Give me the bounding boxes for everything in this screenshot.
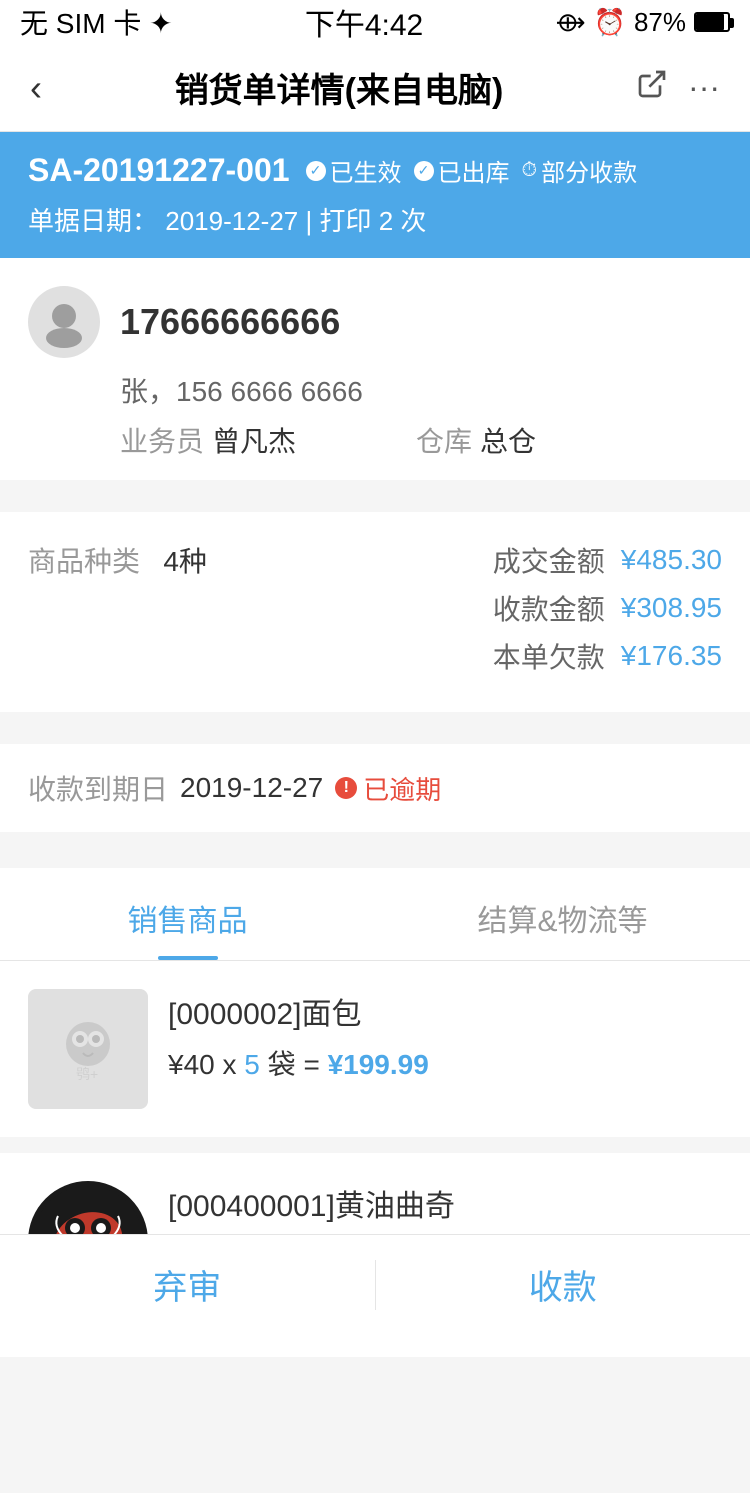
product-price-1: ¥40 x 5 袋 = ¥199.99 (168, 1043, 722, 1083)
badge-outstock: ✓ 已出库 (414, 153, 510, 188)
badge-effective: ✓ 已生效 (306, 153, 402, 188)
header-banner: SA-20191227-001 ✓ 已生效 ✓ 已出库 ⏱ 部分收款 单据日期：… (0, 132, 750, 258)
battery-icon (694, 12, 730, 32)
back-button[interactable]: ‹ (30, 67, 42, 109)
customer-meta: 业务员 曾凡杰 仓库 总仓 (28, 420, 722, 460)
sales-label: 业务员 (120, 420, 204, 460)
debt-value: ¥176.35 (621, 640, 722, 672)
status-badges: ✓ 已生效 ✓ 已出库 ⏱ 部分收款 (306, 153, 638, 188)
received-value: ¥308.95 (621, 592, 722, 624)
customer-section: 17666666666 张，156 6666 6666 业务员 曾凡杰 仓库 总… (0, 258, 750, 480)
overdue-badge: ! 已逾期 (335, 770, 441, 807)
tab-sales-products[interactable]: 销售商品 (0, 868, 375, 960)
bottom-spacer (0, 1373, 750, 1493)
badge-partial: ⏱ 部分收款 (522, 153, 638, 188)
order-id: SA-20191227-001 (28, 152, 290, 189)
sales-name: 曾凡杰 (212, 420, 296, 460)
tab-settlement[interactable]: 结算&物流等 (375, 868, 750, 960)
product-total-1: ¥199.99 (328, 1049, 429, 1080)
divider2 (0, 712, 750, 728)
share-icon[interactable] (636, 68, 668, 108)
bottom-bar: 弃审 收款 (0, 1234, 750, 1334)
list-item: 鸮+ [0000002]面包 ¥40 x 5 袋 = ¥199.99 (0, 961, 750, 1137)
product-name-1: [0000002]面包 (168, 989, 722, 1033)
product-kind-value: 4种 (163, 546, 207, 577)
more-icon[interactable]: ··· (688, 69, 720, 106)
warehouse-label: 仓库 (416, 420, 472, 460)
cancel-button[interactable]: 弃审 (0, 1240, 375, 1329)
product-info-1: [0000002]面包 ¥40 x 5 袋 = ¥199.99 (168, 989, 722, 1083)
customer-id: 17666666666 (120, 301, 340, 343)
order-date-row: 单据日期： 2019-12-27 | 打印 2 次 (28, 201, 722, 238)
tabs-section: 销售商品 结算&物流等 (0, 868, 750, 961)
nav-actions: ··· (636, 68, 720, 108)
check-icon-outstock: ✓ (414, 161, 434, 181)
status-time: 下午4:42 (305, 0, 423, 44)
nav-bar: ‹ 销货单详情(来自电脑) ··· (0, 44, 750, 132)
divider1 (0, 480, 750, 496)
product-kind-label: 商品种类 (28, 546, 140, 577)
due-date: 2019-12-27 (180, 772, 323, 804)
deal-amount-value: ¥485.30 (621, 544, 722, 576)
page-title: 销货单详情(来自电脑) (175, 63, 504, 112)
location-icon: ⟴ (555, 7, 585, 38)
alarm-icon: ⏰ (594, 7, 626, 38)
status-left: 无 SIM 卡 ✦ (20, 2, 173, 42)
due-section: 收款到期日 2019-12-27 ! 已逾期 (0, 744, 750, 832)
confirm-button[interactable]: 收款 (376, 1240, 750, 1329)
product-thumbnail-1: 鸮+ (28, 989, 148, 1109)
due-label: 收款到期日 (28, 768, 168, 808)
status-right: ⟴ ⏰ 87% (555, 7, 730, 38)
status-bar: 无 SIM 卡 ✦ 下午4:42 ⟴ ⏰ 87% (0, 0, 750, 44)
overdue-icon: ! (335, 777, 357, 799)
divider3 (0, 832, 750, 848)
deal-amount-label: 成交金额 (493, 540, 605, 580)
svg-text:鸮+: 鸮+ (76, 1066, 98, 1082)
amount-stats: 成交金额 ¥485.30 收款金额 ¥308.95 本单欠款 ¥176.35 (493, 540, 722, 684)
stats-section: 商品种类 4种 成交金额 ¥485.30 收款金额 ¥308.95 本单欠款 ¥… (0, 512, 750, 712)
received-label: 收款金额 (493, 588, 605, 628)
product-name-2: [000400001]黄油曲奇 (168, 1181, 722, 1225)
debt-label: 本单欠款 (493, 636, 605, 676)
product-qty-1: 5 (244, 1049, 260, 1080)
customer-contact: 张，156 6666 6666 (28, 370, 722, 410)
check-icon-effective: ✓ (306, 161, 326, 181)
battery-level: 87% (634, 7, 686, 38)
clock-icon: ⏱ (522, 159, 538, 182)
overdue-text: 已逾期 (363, 770, 441, 807)
warehouse-name: 总仓 (480, 420, 536, 460)
avatar (28, 286, 100, 358)
